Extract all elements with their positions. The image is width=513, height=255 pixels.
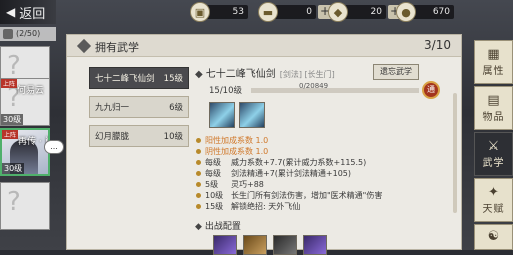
gold-icon: ▬	[258, 2, 278, 22]
effect-line: 每级 剑法精通+7(累计剑法精通+105)	[195, 168, 445, 179]
bullet-icon	[196, 160, 201, 165]
more-icon: ☯	[487, 229, 500, 244]
skill-item[interactable]: 七十二峰飞仙剑 15级	[89, 67, 189, 89]
back-label: 返回	[19, 6, 46, 22]
back-arrow-icon: ◀	[6, 5, 16, 19]
bullet-icon	[196, 138, 201, 143]
resource-bag: ▣ 53	[190, 2, 248, 22]
back-button[interactable]: ◀ 返回	[0, 0, 56, 24]
nav-talent[interactable]: ✦ 天赋	[474, 178, 513, 222]
battle-slot[interactable]	[303, 235, 327, 255]
skill-item[interactable]: 幻月朦胧 10级	[89, 125, 189, 147]
skill-detail: ◆ 七十二峰飞仙剑 [剑法] [长生门] 遗忘武学 通 15/10级 0/20849…	[195, 63, 445, 255]
nav-attributes[interactable]: ▦ 属性	[474, 40, 513, 84]
group-icon	[3, 29, 13, 39]
skill-item[interactable]: 九九归一 6级	[89, 96, 189, 118]
diamond-icon: ◆	[195, 222, 202, 232]
battle-slot[interactable]	[213, 235, 237, 255]
forget-skill-button[interactable]: 遗忘武学	[373, 64, 419, 80]
resource-gold: ▬ 0 +	[258, 2, 332, 22]
skill-level-label: 15/10级	[209, 86, 242, 96]
coin-icon: ●	[396, 2, 416, 22]
breakthrough-button[interactable]: 通	[422, 81, 440, 99]
effect-line: 15级 解锁绝招: 天外飞仙	[195, 201, 445, 212]
skill-title: ◆ 七十二峰飞仙剑 [剑法] [长生门]	[195, 69, 335, 80]
bullet-icon	[196, 149, 201, 154]
bullet-icon	[196, 182, 201, 187]
move-slot[interactable]	[239, 102, 265, 128]
panel-header: 拥有武学 3/10	[67, 35, 461, 57]
nav-martial[interactable]: ⚔ 武学	[474, 132, 513, 176]
bag-icon: ▣	[190, 2, 210, 22]
bullet-icon	[196, 193, 201, 198]
member-counter: (2/50)	[0, 27, 56, 41]
battle-config-title: ◆ 出战配置	[195, 222, 241, 232]
resource-silver: ◆ 20 +	[328, 2, 402, 22]
effect-lines: 阳性加成系数 1.0 阴性加成系数 1.0 每级 威力系数+7.7(累计威力系数+…	[195, 135, 445, 212]
member-slot-2[interactable]: ? 上阵 何易云 30级	[0, 78, 50, 126]
member-slot-3[interactable]: 上阵 再传 · 肖字亭 30级	[0, 128, 50, 176]
effect-line: 阳性加成系数 1.0	[195, 135, 445, 146]
unknown-member-icon: ?	[7, 51, 21, 81]
deployed-tag: 上阵	[1, 79, 18, 88]
box-icon: ▦	[487, 46, 500, 62]
exp-row: 15/10级 0/20849	[209, 82, 419, 96]
silver-icon: ◆	[328, 2, 348, 22]
skill-list: 七十二峰飞仙剑 15级 九九归一 6级 幻月朦胧 10级	[89, 67, 189, 154]
nav-items[interactable]: ▤ 物品	[474, 86, 513, 130]
diamond-icon: ◆	[195, 69, 203, 80]
panel-title: 拥有武学	[95, 41, 139, 54]
member-slot-4[interactable]: ?	[0, 182, 50, 230]
martial-icon: ⚔	[487, 138, 500, 154]
member-level: 30级	[1, 114, 24, 125]
talent-icon: ✦	[488, 184, 499, 200]
move-slot[interactable]	[209, 102, 235, 128]
bag-item-icon: ▤	[487, 92, 500, 108]
exp-value: 0/20849	[299, 82, 329, 90]
effect-line: 每级 威力系数+7.7(累计威力系数+115.5)	[195, 157, 445, 168]
bullet-icon	[196, 204, 201, 209]
martial-panel: 拥有武学 3/10 七十二峰飞仙剑 15级 九九归一 6级 幻月朦胧 10级 ◆…	[66, 34, 462, 255]
effect-line: 5级 灵巧+88	[195, 179, 445, 190]
deployed-tag: 上阵	[2, 130, 19, 139]
bullet-icon	[196, 171, 201, 176]
member-level: 30级	[2, 163, 25, 174]
detail-scrollbar[interactable]	[453, 93, 457, 213]
battle-slot[interactable]	[273, 235, 297, 255]
battle-slot[interactable]	[243, 235, 267, 255]
nav-more[interactable]: ☯	[474, 224, 513, 250]
exp-bar	[251, 88, 419, 93]
effect-line: 阴性加成系数 1.0	[195, 146, 445, 157]
unknown-member-icon: ?	[7, 187, 21, 217]
resource-coin: ● 670	[396, 2, 454, 22]
diamond-icon	[76, 38, 92, 54]
chat-button[interactable]: ...	[44, 140, 64, 154]
member-name: 何易云	[17, 86, 45, 96]
skill-count: 3/10	[424, 38, 451, 52]
effect-line: 10级 长生门所有剑法伤害，增加"医术精通"伤害	[195, 190, 445, 201]
